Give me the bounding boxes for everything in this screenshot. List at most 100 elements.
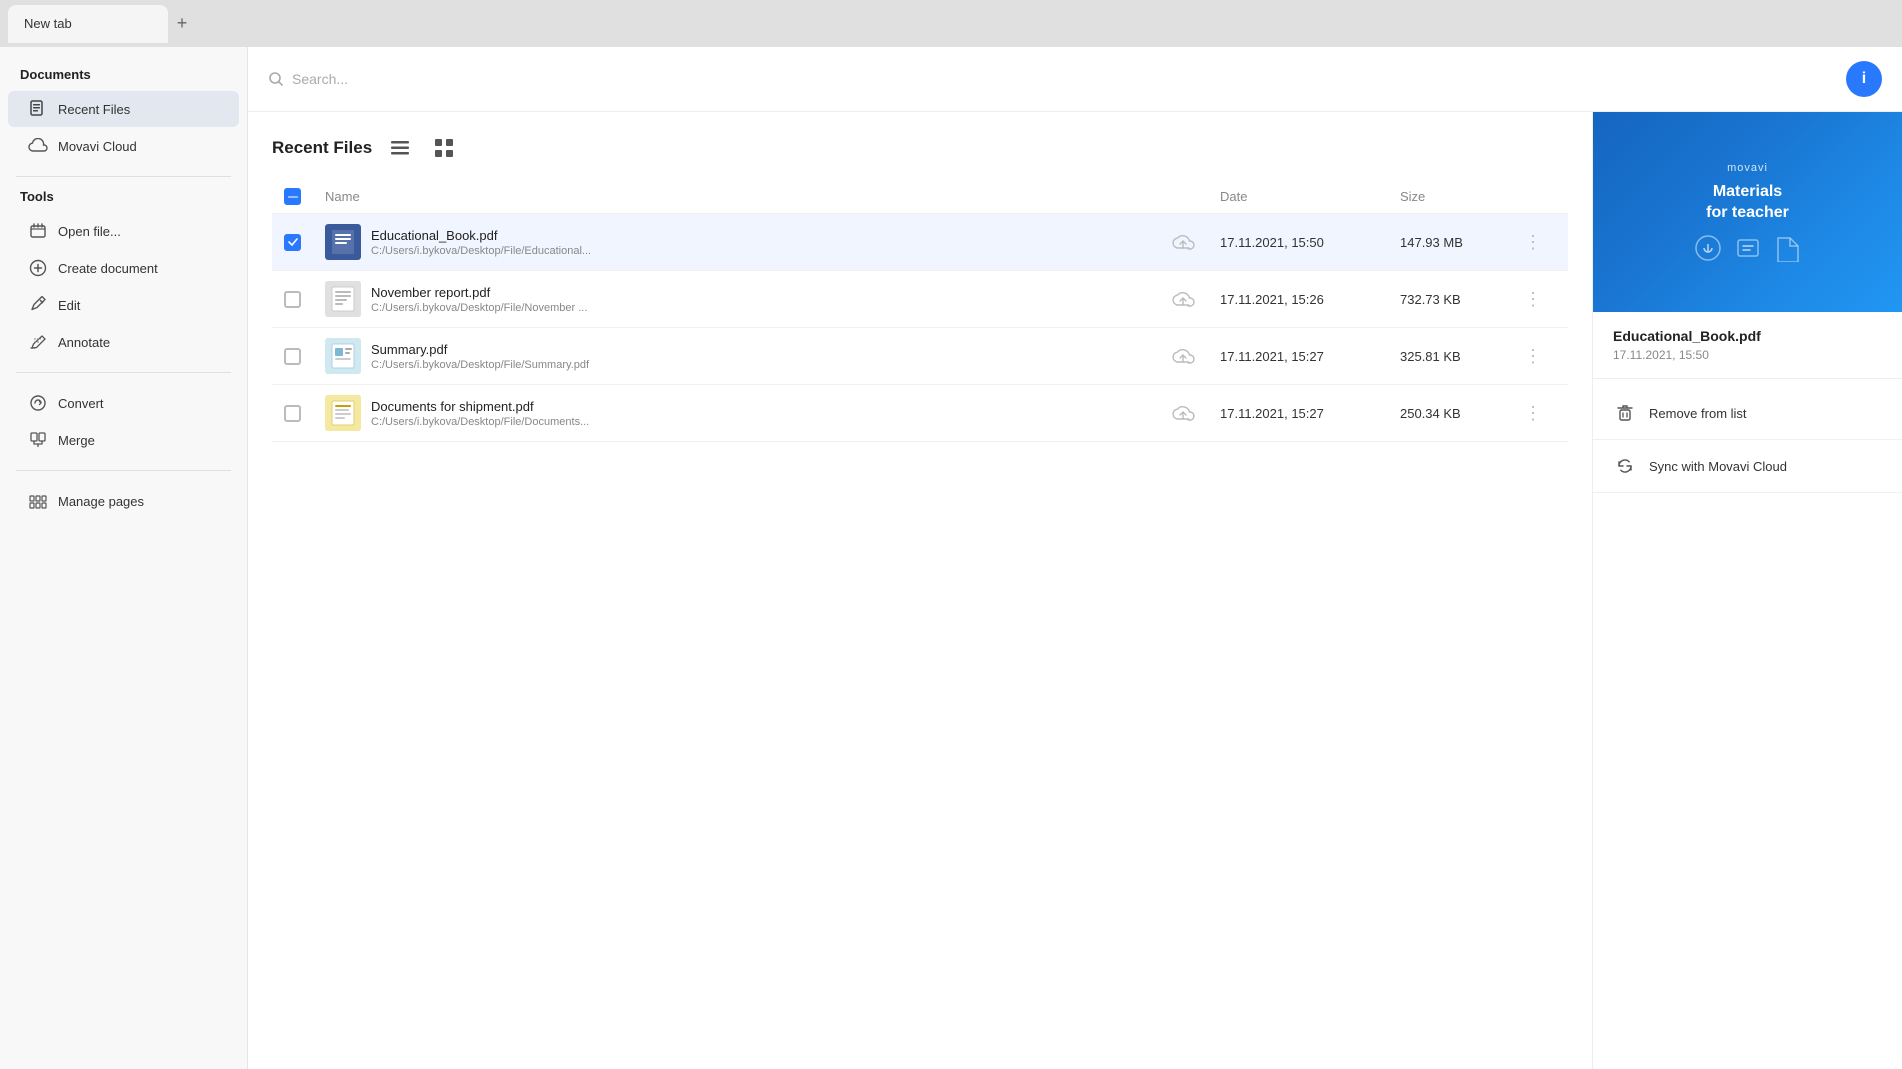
sidebar: Documents Recent Files Movavi Cloud [0, 47, 248, 1069]
file-size: 732.73 KB [1388, 271, 1508, 328]
search-input[interactable] [292, 71, 592, 87]
file-path: C:/Users/i.bykova/Desktop/File/Education… [371, 245, 591, 257]
tab-bar: New tab + [0, 0, 1902, 47]
sidebar-item-manage-pages[interactable]: Manage pages [8, 483, 239, 519]
panel-file-date: 17.11.2021, 15:50 [1613, 348, 1882, 362]
panel-actions: Remove from list Sync with Movavi Cloud [1593, 379, 1902, 501]
col-header-size: Size [1388, 180, 1508, 214]
sidebar-item-label: Merge [58, 433, 95, 448]
files-title: Recent Files [272, 138, 372, 158]
col-header-date: Date [1208, 180, 1388, 214]
file-size: 147.93 MB [1388, 214, 1508, 271]
file-thumbnail [325, 281, 361, 317]
create-document-icon [28, 258, 48, 278]
sidebar-divider [16, 176, 231, 177]
sync-movavi-cloud-action[interactable]: Sync with Movavi Cloud [1593, 440, 1902, 493]
more-options-button[interactable]: ⋮ [1520, 285, 1546, 313]
sidebar-item-create-document[interactable]: Create document [8, 250, 239, 286]
sidebar-item-recent-files[interactable]: Recent Files [8, 91, 239, 127]
table-row[interactable]: Documents for shipment.pdf C:/Users/i.by… [272, 385, 1568, 442]
file-thumbnail [325, 338, 361, 374]
search-wrap [268, 71, 1846, 87]
files-section: Recent Files [248, 112, 1902, 1069]
table-row[interactable]: November report.pdf C:/Users/i.bykova/De… [272, 271, 1568, 328]
merge-icon [28, 430, 48, 450]
sidebar-item-annotate[interactable]: Annotate [8, 324, 239, 360]
file-checkbox[interactable] [284, 405, 301, 422]
right-panel: movavi Materialsfor teacher Educational_… [1592, 112, 1902, 1069]
search-bar: i [248, 47, 1902, 112]
new-tab-button[interactable]: + [168, 10, 196, 38]
open-file-icon [28, 221, 48, 241]
more-options-button[interactable]: ⋮ [1520, 342, 1546, 370]
sidebar-item-label: Create document [58, 261, 158, 276]
file-name: Documents for shipment.pdf [371, 399, 589, 414]
file-path: C:/Users/i.bykova/Desktop/File/Summary.p… [371, 359, 589, 371]
cloud-upload-icon[interactable] [1170, 231, 1196, 253]
sidebar-divider-3 [16, 470, 231, 471]
file-date: 17.11.2021, 15:27 [1208, 385, 1388, 442]
sidebar-item-label: Manage pages [58, 494, 144, 509]
preview-icons [1694, 234, 1802, 262]
sidebar-item-label: Open file... [58, 224, 121, 239]
file-name: Educational_Book.pdf [371, 228, 591, 243]
cloud-upload-icon[interactable] [1170, 345, 1196, 367]
manage-pages-icon [28, 491, 48, 511]
select-all-checkbox[interactable] [284, 188, 301, 205]
file-path: C:/Users/i.bykova/Desktop/File/Documents… [371, 416, 589, 428]
recent-files-icon [28, 99, 48, 119]
sidebar-item-edit[interactable]: Edit [8, 287, 239, 323]
preview-title: Materialsfor teacher [1694, 182, 1802, 224]
file-thumbnail [325, 395, 361, 431]
files-header: Recent Files [272, 132, 1568, 164]
annotate-icon [28, 332, 48, 352]
panel-file-name: Educational_Book.pdf [1613, 328, 1882, 344]
sidebar-section-tools: Tools [0, 189, 247, 212]
sidebar-item-merge[interactable]: Merge [8, 422, 239, 458]
sidebar-item-movavi-cloud[interactable]: Movavi Cloud [8, 128, 239, 164]
sync-icon [1613, 454, 1637, 478]
tab-label: New tab [24, 16, 72, 31]
table-row[interactable]: Educational_Book.pdf C:/Users/i.bykova/D… [272, 214, 1568, 271]
convert-icon [28, 393, 48, 413]
remove-from-list-label: Remove from list [1649, 406, 1747, 421]
file-table: Name Date Size Educational_Book.pdf C:/U… [272, 180, 1568, 442]
file-checkbox[interactable] [284, 291, 301, 308]
file-name: Summary.pdf [371, 342, 589, 357]
more-options-button[interactable]: ⋮ [1520, 228, 1546, 256]
files-main: Recent Files [248, 112, 1592, 1069]
file-preview: movavi Materialsfor teacher [1593, 112, 1902, 312]
active-tab[interactable]: New tab [8, 5, 168, 43]
col-header-name: Name [313, 180, 1208, 214]
sidebar-item-label: Annotate [58, 335, 110, 350]
file-date: 17.11.2021, 15:50 [1208, 214, 1388, 271]
file-thumbnail [325, 224, 361, 260]
trash-icon [1613, 401, 1637, 425]
movavi-logo: movavi [1694, 162, 1802, 174]
file-checkbox[interactable] [284, 234, 301, 251]
file-date: 17.11.2021, 15:26 [1208, 271, 1388, 328]
sync-movavi-cloud-label: Sync with Movavi Cloud [1649, 459, 1787, 474]
content-area: i Recent Files [248, 47, 1902, 1069]
sidebar-section-documents: Documents [0, 67, 247, 90]
cloud-upload-icon[interactable] [1170, 288, 1196, 310]
file-checkbox[interactable] [284, 348, 301, 365]
list-view-button[interactable] [384, 132, 416, 164]
sidebar-divider-2 [16, 372, 231, 373]
file-path: C:/Users/i.bykova/Desktop/File/November … [371, 302, 587, 314]
file-size: 250.34 KB [1388, 385, 1508, 442]
sidebar-item-convert[interactable]: Convert [8, 385, 239, 421]
cloud-upload-icon[interactable] [1170, 402, 1196, 424]
grid-view-button[interactable] [428, 132, 460, 164]
table-row[interactable]: Summary.pdf C:/Users/i.bykova/Desktop/Fi… [272, 328, 1568, 385]
sidebar-item-label: Edit [58, 298, 80, 313]
file-size: 325.81 KB [1388, 328, 1508, 385]
sidebar-item-label: Movavi Cloud [58, 139, 137, 154]
sidebar-item-open-file[interactable]: Open file... [8, 213, 239, 249]
info-button[interactable]: i [1846, 61, 1882, 97]
sidebar-item-label: Convert [58, 396, 104, 411]
more-options-button[interactable]: ⋮ [1520, 399, 1546, 427]
remove-from-list-action[interactable]: Remove from list [1593, 387, 1902, 440]
file-name: November report.pdf [371, 285, 587, 300]
main-layout: Documents Recent Files Movavi Cloud [0, 47, 1902, 1069]
